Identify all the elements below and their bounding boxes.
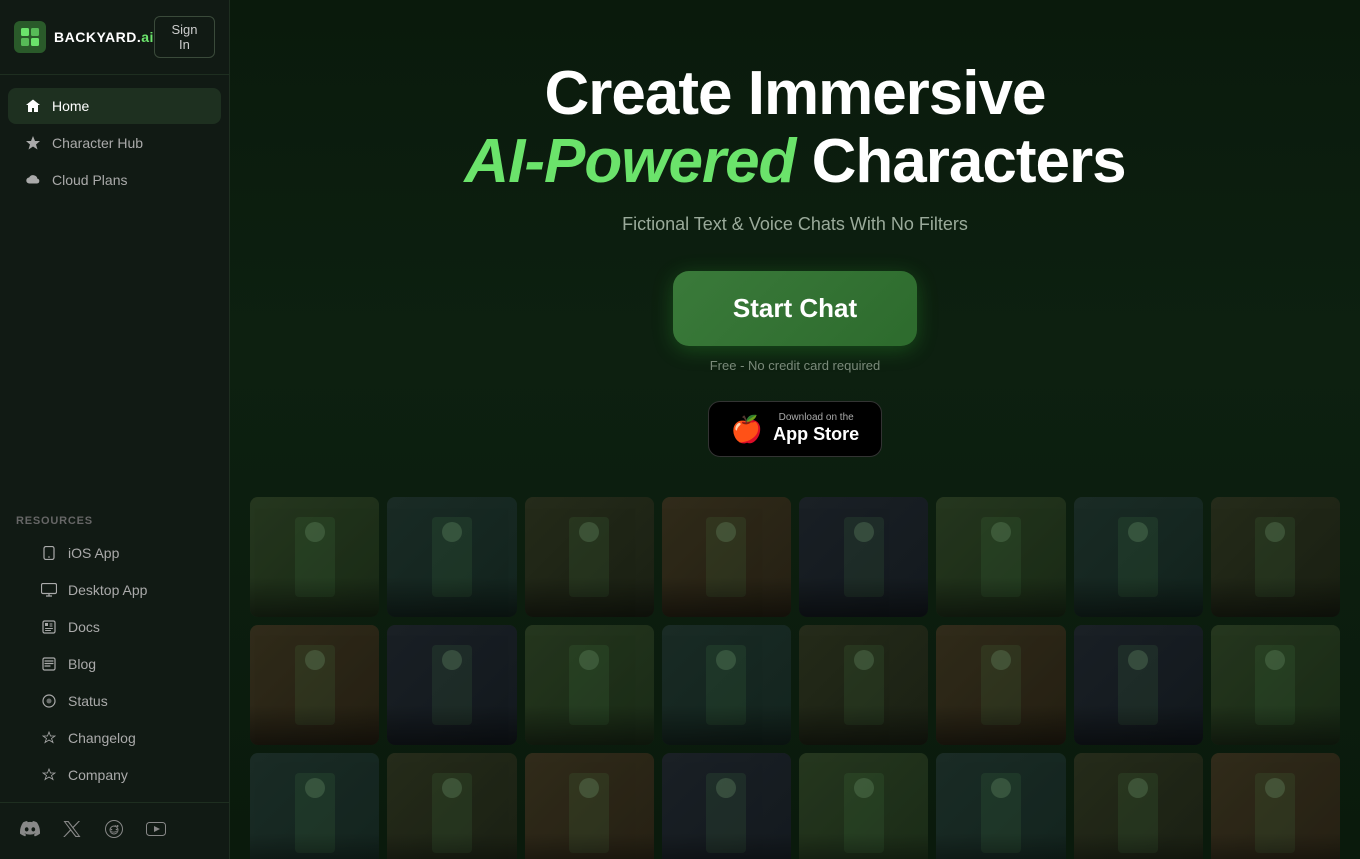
character-card [250, 497, 379, 617]
character-grid-section [230, 497, 1360, 859]
hero-title-characters: Characters [812, 127, 1126, 196]
character-card [387, 753, 516, 859]
sidebar-item-blog[interactable]: Blog [24, 646, 205, 682]
desktop-icon [40, 581, 58, 599]
character-card [387, 625, 516, 745]
app-store-label-bottom: App Store [773, 424, 859, 446]
sidebar-item-docs[interactable]: Docs [24, 609, 205, 645]
apple-icon: 🍎 [731, 414, 763, 445]
sidebar-item-desktop-app-label: Desktop App [68, 582, 147, 598]
character-card [662, 625, 791, 745]
changelog-icon [40, 729, 58, 747]
character-card [1074, 497, 1203, 617]
sidebar-item-status-label: Status [68, 693, 108, 709]
sidebar-item-cloud-plans-label: Cloud Plans [52, 172, 128, 188]
logo-area: BACKYARD.ai [14, 21, 154, 53]
sidebar-item-cloud-plans[interactable]: Cloud Plans [8, 162, 221, 198]
sidebar-item-ios-app[interactable]: iOS App [24, 535, 205, 571]
character-card [799, 753, 928, 859]
sidebar-item-company[interactable]: Company [24, 757, 205, 793]
youtube-icon[interactable] [142, 815, 170, 843]
character-card [936, 625, 1065, 745]
character-card [1074, 753, 1203, 859]
character-card [250, 625, 379, 745]
hero-title-line2: AI-Powered Characters [464, 128, 1125, 196]
discord-icon[interactable] [16, 815, 44, 843]
app-store-label-top: Download on the [773, 412, 859, 424]
sidebar: BACKYARD.ai Sign In Home Character Hub [0, 0, 230, 859]
character-hub-icon [24, 134, 42, 152]
sidebar-item-changelog-label: Changelog [68, 730, 136, 746]
character-card [936, 497, 1065, 617]
character-card [1211, 497, 1340, 617]
hero-title-ai-powered: AI-Powered [464, 127, 795, 196]
sidebar-item-character-hub-label: Character Hub [52, 135, 143, 151]
sidebar-item-status[interactable]: Status [24, 683, 205, 719]
character-card [525, 753, 654, 859]
status-icon [40, 692, 58, 710]
hero-subtitle: Fictional Text & Voice Chats With No Fil… [622, 214, 968, 235]
grid-row-3 [250, 753, 1340, 859]
app-store-button[interactable]: 🍎 Download on the App Store [708, 401, 882, 457]
reddit-icon[interactable] [100, 815, 128, 843]
resources-section: Resources iOS App Desktop App [0, 503, 229, 802]
sidebar-item-ios-app-label: iOS App [68, 545, 119, 561]
sidebar-item-blog-label: Blog [68, 656, 96, 672]
character-card [525, 497, 654, 617]
character-card [936, 753, 1065, 859]
ios-app-icon [40, 544, 58, 562]
character-card [1211, 753, 1340, 859]
sidebar-header: BACKYARD.ai Sign In [0, 0, 229, 75]
character-card [387, 497, 516, 617]
sidebar-item-character-hub[interactable]: Character Hub [8, 125, 221, 161]
resources-label: Resources [16, 515, 213, 527]
twitter-icon[interactable] [58, 815, 86, 843]
character-card [525, 625, 654, 745]
free-label: Free - No credit card required [710, 358, 881, 373]
logo-icon [14, 21, 46, 53]
character-card [799, 625, 928, 745]
company-icon [40, 766, 58, 784]
character-card [662, 497, 791, 617]
sidebar-item-home[interactable]: Home [8, 88, 221, 124]
social-bar [0, 802, 229, 859]
sidebar-item-home-label: Home [52, 98, 89, 114]
hero-section: Create Immersive AI-Powered Characters F… [230, 0, 1360, 497]
grid-row-1 [250, 497, 1340, 617]
logo-text: BACKYARD.ai [54, 29, 154, 45]
sidebar-item-desktop-app[interactable]: Desktop App [24, 572, 205, 608]
character-card [1074, 625, 1203, 745]
cloud-icon [24, 171, 42, 189]
hero-title-line1: Create Immersive [545, 60, 1046, 128]
sign-in-button[interactable]: Sign In [154, 16, 215, 58]
character-card [250, 753, 379, 859]
sidebar-item-changelog[interactable]: Changelog [24, 720, 205, 756]
sidebar-navigation: Home Character Hub Cloud Plans [0, 75, 229, 211]
character-card [662, 753, 791, 859]
blog-icon [40, 655, 58, 673]
start-chat-button[interactable]: Start Chat [673, 271, 917, 346]
app-store-text: Download on the App Store [773, 412, 859, 446]
sidebar-item-docs-label: Docs [68, 619, 100, 635]
sidebar-item-company-label: Company [68, 767, 128, 783]
grid-row-2 [250, 625, 1340, 745]
main-content: Create Immersive AI-Powered Characters F… [230, 0, 1360, 859]
character-card [799, 497, 928, 617]
home-icon [24, 97, 42, 115]
character-card [1211, 625, 1340, 745]
docs-icon [40, 618, 58, 636]
